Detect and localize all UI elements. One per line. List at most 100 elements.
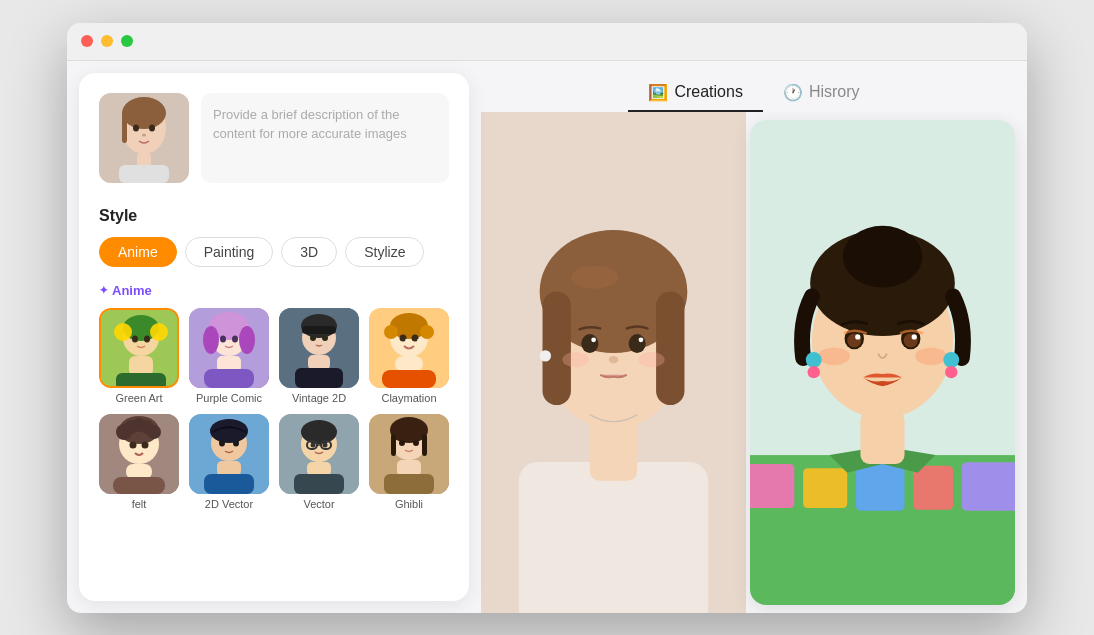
svg-point-94	[591, 337, 596, 342]
tab-creations[interactable]: 🖼️ Creations	[628, 75, 762, 112]
right-panel: 🖼️ Creations 🕐 Hisrory	[481, 61, 1027, 613]
style-tabs: Anime Painting 3D Stylize	[99, 237, 449, 267]
anime-section-label: Anime	[99, 283, 449, 298]
svg-point-53	[147, 425, 161, 439]
svg-rect-83	[384, 474, 434, 494]
svg-point-115	[855, 334, 860, 339]
tab-history[interactable]: 🕐 Hisrory	[763, 75, 880, 112]
style-vintage-2d[interactable]: Vintage 2D	[279, 308, 359, 404]
left-panel: Provide a brief description of the conte…	[79, 73, 469, 601]
svg-point-92	[581, 334, 598, 353]
svg-point-39	[420, 325, 434, 339]
svg-point-6	[142, 133, 146, 136]
creations-icon: 🖼️	[648, 83, 668, 102]
style-felt[interactable]: felt	[99, 414, 179, 510]
svg-point-96	[609, 355, 618, 363]
tab-stylize[interactable]: Stylize	[345, 237, 424, 267]
style-2d-vector[interactable]: 2D Vector	[189, 414, 269, 510]
style-thumb-felt	[99, 414, 179, 494]
style-thumb-vintage-2d	[279, 308, 359, 388]
style-claymation[interactable]: Claymation	[369, 308, 449, 404]
images-area	[481, 112, 1027, 613]
tab-anime[interactable]: Anime	[99, 237, 177, 267]
style-name-green-art: Green Art	[115, 392, 162, 404]
svg-point-22	[239, 326, 255, 354]
svg-rect-104	[856, 462, 905, 511]
svg-point-13	[150, 323, 168, 341]
svg-point-91	[571, 265, 618, 288]
style-section: Style Anime Painting 3D Stylize Anime	[99, 207, 449, 510]
tab-painting[interactable]: Painting	[185, 237, 274, 267]
svg-point-99	[540, 350, 551, 361]
tab-3d[interactable]: 3D	[281, 237, 337, 267]
description-input[interactable]: Provide a brief description of the conte…	[201, 93, 449, 183]
svg-point-24	[232, 335, 238, 342]
svg-rect-33	[308, 355, 330, 370]
svg-rect-105	[913, 465, 953, 509]
svg-rect-44	[395, 356, 423, 372]
svg-point-55	[142, 441, 149, 448]
svg-rect-107	[860, 411, 904, 464]
maximize-dot[interactable]	[121, 35, 133, 47]
svg-point-121	[943, 351, 959, 367]
style-name-claymation: Claymation	[381, 392, 436, 404]
style-name-felt: felt	[132, 498, 147, 510]
svg-rect-102	[750, 463, 794, 507]
svg-rect-3	[122, 113, 127, 143]
style-thumb-vector	[279, 414, 359, 494]
svg-point-116	[912, 334, 917, 339]
svg-point-32	[322, 335, 328, 341]
svg-point-21	[203, 326, 219, 354]
svg-rect-79	[422, 434, 427, 456]
svg-rect-103	[803, 468, 847, 508]
svg-point-71	[311, 442, 316, 447]
svg-rect-74	[294, 474, 344, 494]
svg-point-93	[629, 334, 646, 353]
style-thumb-green-art	[99, 308, 179, 388]
svg-point-81	[413, 440, 419, 446]
svg-point-98	[638, 352, 665, 367]
style-green-art[interactable]: Green Art	[99, 308, 179, 404]
svg-point-31	[310, 335, 316, 341]
svg-point-38	[384, 325, 398, 339]
svg-point-62	[233, 439, 239, 446]
svg-rect-63	[217, 461, 241, 476]
svg-point-5	[149, 124, 155, 131]
style-vector[interactable]: Vector	[279, 414, 359, 510]
style-thumb-purple-comic	[189, 308, 269, 388]
svg-point-15	[144, 335, 150, 342]
style-thumb-ghibli	[369, 414, 449, 494]
svg-point-119	[806, 351, 822, 367]
creations-label: Creations	[674, 83, 742, 101]
svg-rect-106	[962, 462, 1015, 511]
svg-rect-90	[656, 291, 684, 405]
svg-rect-45	[382, 370, 436, 388]
style-name-vector: Vector	[303, 498, 334, 510]
avatar-upload[interactable]	[99, 93, 189, 183]
svg-rect-56	[126, 464, 152, 479]
app-content: Provide a brief description of the conte…	[67, 61, 1027, 613]
svg-point-42	[405, 339, 407, 341]
history-icon: 🕐	[783, 83, 803, 102]
titlebar	[67, 23, 1027, 61]
svg-point-120	[808, 366, 820, 378]
close-dot[interactable]	[81, 35, 93, 47]
svg-point-67	[301, 420, 337, 444]
svg-rect-82	[397, 460, 421, 476]
svg-point-97	[562, 352, 589, 367]
style-thumb-2d-vector	[189, 414, 269, 494]
svg-point-61	[219, 439, 225, 446]
style-purple-comic[interactable]: Purple Comic	[189, 308, 269, 404]
style-thumb-claymation	[369, 308, 449, 388]
svg-point-23	[220, 335, 226, 342]
svg-rect-34	[295, 368, 343, 388]
right-image-inner	[750, 120, 1015, 605]
svg-point-43	[417, 339, 419, 341]
style-title: Style	[99, 207, 449, 225]
style-name-2d-vector: 2D Vector	[205, 498, 253, 510]
style-ghibli[interactable]: Ghibli	[369, 414, 449, 510]
svg-point-12	[114, 323, 132, 341]
svg-rect-8	[119, 165, 169, 183]
svg-point-122	[945, 366, 957, 378]
minimize-dot[interactable]	[101, 35, 113, 47]
